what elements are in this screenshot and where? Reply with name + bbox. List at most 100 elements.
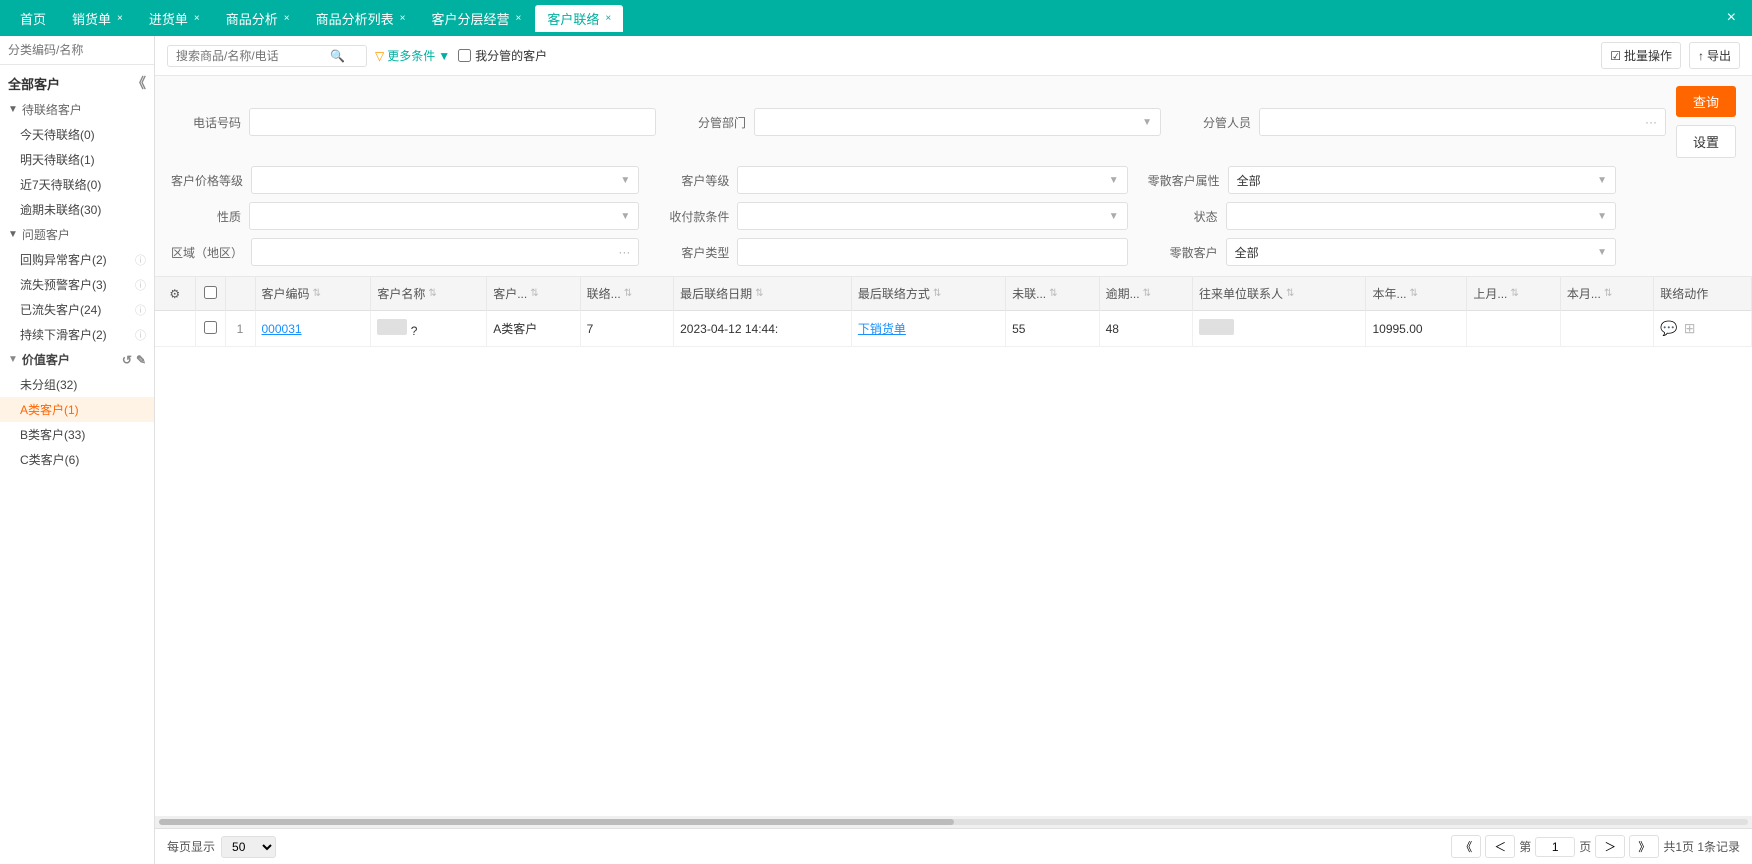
filter-cell-status: 状态 ▼ — [1148, 202, 1616, 230]
my-customers-filter[interactable]: 我分管的客户 — [458, 47, 547, 64]
customer-level-select[interactable]: ▼ — [737, 166, 1127, 194]
sidebar-item-lostwarning[interactable]: 流失预警客户(3) ⓘ — [0, 272, 154, 297]
tab-purchase[interactable]: 进货单 × — [137, 5, 212, 32]
export-button[interactable]: ↑ 导出 — [1689, 42, 1740, 69]
section-value-label: 价值客户 — [22, 351, 70, 368]
th-last-month[interactable]: 上月...⇅ — [1467, 277, 1560, 311]
tab-customer-contact[interactable]: 客户联络 × — [535, 5, 623, 32]
sidebar-item-class-b[interactable]: B类客户(33) — [0, 422, 154, 447]
tab-home-label: 首页 — [20, 9, 46, 28]
page-number-input[interactable] — [1535, 837, 1575, 857]
th-contact[interactable]: 联络...⇅ — [580, 277, 673, 311]
adv-filter-row-4: 区域（地区） ··· 客户类型 零散客户 全部▼ — [171, 238, 1736, 266]
retail-select[interactable]: 全部▼ — [1226, 238, 1616, 266]
th-checkbox[interactable] — [195, 277, 225, 311]
tab-customer-mgmt[interactable]: 客户分层经营 × — [419, 5, 533, 32]
dept-select[interactable]: ▼ — [754, 108, 1161, 136]
th-unit-contact[interactable]: 往来单位联系人⇅ — [1193, 277, 1366, 311]
section-problem-customers[interactable]: ▼ 问题客户 — [0, 222, 154, 247]
more-filters-btn[interactable]: ▽ 更多条件 ▼ — [375, 47, 450, 64]
type-label: 客户类型 — [659, 244, 729, 261]
nature-select[interactable]: ▼ — [249, 202, 639, 230]
th-no-contact[interactable]: 未联...⇅ — [1006, 277, 1099, 311]
refresh-icon[interactable]: ↺ — [122, 353, 132, 367]
grid-icon[interactable]: ⊞ — [1684, 320, 1696, 337]
info-icon-abnormal: ⓘ — [135, 252, 146, 268]
sidebar-item-class-c[interactable]: C类客户(6) — [0, 447, 154, 472]
tab-product-list-close[interactable]: × — [400, 13, 406, 24]
query-btn-group: 查询 设置 — [1676, 86, 1736, 158]
tab-home[interactable]: 首页 — [8, 5, 58, 32]
select-all-checkbox[interactable] — [204, 286, 217, 299]
filter-cell-nature: 性质 ▼ — [171, 202, 639, 230]
sidebar-item-declining[interactable]: 持续下滑客户(2) ⓘ — [0, 322, 154, 347]
payment-select[interactable]: ▼ — [737, 202, 1127, 230]
page-label: 第 — [1519, 838, 1531, 855]
sidebar-item-7days[interactable]: 近7天待联络(0) — [0, 172, 154, 197]
sidebar-item-unclassified[interactable]: 未分组(32) — [0, 372, 154, 397]
first-page-btn[interactable]: 《 — [1451, 835, 1481, 858]
td-last-method[interactable]: 下销货单 — [851, 311, 1005, 347]
next-page-btn[interactable]: ＞ — [1595, 835, 1625, 858]
filter-search-input[interactable] — [176, 49, 326, 63]
person-input[interactable]: ··· — [1259, 108, 1666, 136]
tab-product-analysis-close[interactable]: × — [284, 13, 290, 24]
td-settings — [155, 311, 195, 347]
th-settings[interactable]: ⚙ — [155, 277, 195, 311]
th-level[interactable]: 客户...⇅ — [487, 277, 580, 311]
sidebar-collapse-btn[interactable]: 《 — [132, 73, 146, 93]
sidebar-item-overdue[interactable]: 逾期未联络(30) — [0, 197, 154, 222]
row-checkbox[interactable] — [204, 321, 217, 334]
section-problem-arrow: ▼ — [8, 229, 18, 240]
sidebar-search-input[interactable] — [8, 43, 155, 57]
status-select[interactable]: ▼ — [1226, 202, 1616, 230]
th-last-date[interactable]: 最后联络日期⇅ — [674, 277, 852, 311]
tab-customer-contact-close[interactable]: × — [605, 13, 611, 24]
tab-purchase-close[interactable]: × — [194, 13, 200, 24]
section-pending-label: 待联络客户 — [22, 101, 82, 118]
td-last-month — [1467, 311, 1560, 347]
retail-attr-select[interactable]: 全部▼ — [1228, 166, 1616, 194]
th-last-method[interactable]: 最后联络方式⇅ — [851, 277, 1005, 311]
sidebar-all-customers-header: 全部客户 《 — [0, 65, 154, 97]
export-icon: ↑ — [1698, 49, 1704, 63]
settings-button[interactable]: 设置 — [1676, 125, 1736, 158]
my-customers-checkbox[interactable] — [458, 49, 471, 62]
sidebar-item-class-a[interactable]: A类客户(1) — [0, 397, 154, 422]
query-button[interactable]: 查询 — [1676, 86, 1736, 117]
td-checkbox[interactable] — [195, 311, 225, 347]
batch-ops-button[interactable]: ☑ 批量操作 — [1601, 42, 1681, 69]
sidebar-item-tomorrow[interactable]: 明天待联络(1) — [0, 147, 154, 172]
td-code[interactable]: 000031 — [255, 311, 371, 347]
th-this-year[interactable]: 本年...⇅ — [1366, 277, 1467, 311]
sidebar-item-today[interactable]: 今天待联络(0) — [0, 122, 154, 147]
phone-input[interactable] — [249, 108, 656, 136]
filter-search-icon[interactable]: 🔍 — [330, 49, 345, 63]
edit-icon[interactable]: ✎ — [136, 353, 146, 367]
prev-page-btn[interactable]: ＜ — [1485, 835, 1515, 858]
action-icons: 💬 ⊞ — [1660, 320, 1745, 337]
scrollbar-thumb[interactable] — [159, 819, 954, 825]
horizontal-scrollbar[interactable] — [155, 816, 1752, 828]
chat-icon[interactable]: 💬 — [1660, 320, 1677, 337]
area-input[interactable]: ··· — [251, 238, 639, 266]
sidebar-item-lost[interactable]: 已流失客户(24) ⓘ — [0, 297, 154, 322]
section-pending-contact[interactable]: ▼ 待联络客户 — [0, 97, 154, 122]
page-size-select[interactable]: 50 100 200 — [221, 836, 276, 858]
customer-table: ⚙ 客户编码⇅ 客户名称⇅ 客户...⇅ — [155, 277, 1752, 347]
tab-sales-close[interactable]: × — [117, 13, 123, 24]
tab-customer-mgmt-close[interactable]: × — [515, 13, 521, 24]
td-action: 💬 ⊞ — [1654, 311, 1752, 347]
tab-product-analysis[interactable]: 商品分析 × — [214, 5, 302, 32]
th-name[interactable]: 客户名称⇅ — [371, 277, 487, 311]
last-page-btn[interactable]: 》 — [1629, 835, 1659, 858]
th-overdue[interactable]: 逾期...⇅ — [1099, 277, 1192, 311]
th-code[interactable]: 客户编码⇅ — [255, 277, 371, 311]
th-this-month[interactable]: 本月...⇅ — [1560, 277, 1653, 311]
type-input[interactable] — [737, 238, 1127, 266]
tab-sales[interactable]: 销货单 × — [60, 5, 135, 32]
close-all-button[interactable]: × — [1719, 5, 1744, 31]
tab-product-list[interactable]: 商品分析列表 × — [304, 5, 418, 32]
sidebar-item-abnormal[interactable]: 回购异常客户(2) ⓘ — [0, 247, 154, 272]
price-level-select[interactable]: ▼ — [251, 166, 639, 194]
